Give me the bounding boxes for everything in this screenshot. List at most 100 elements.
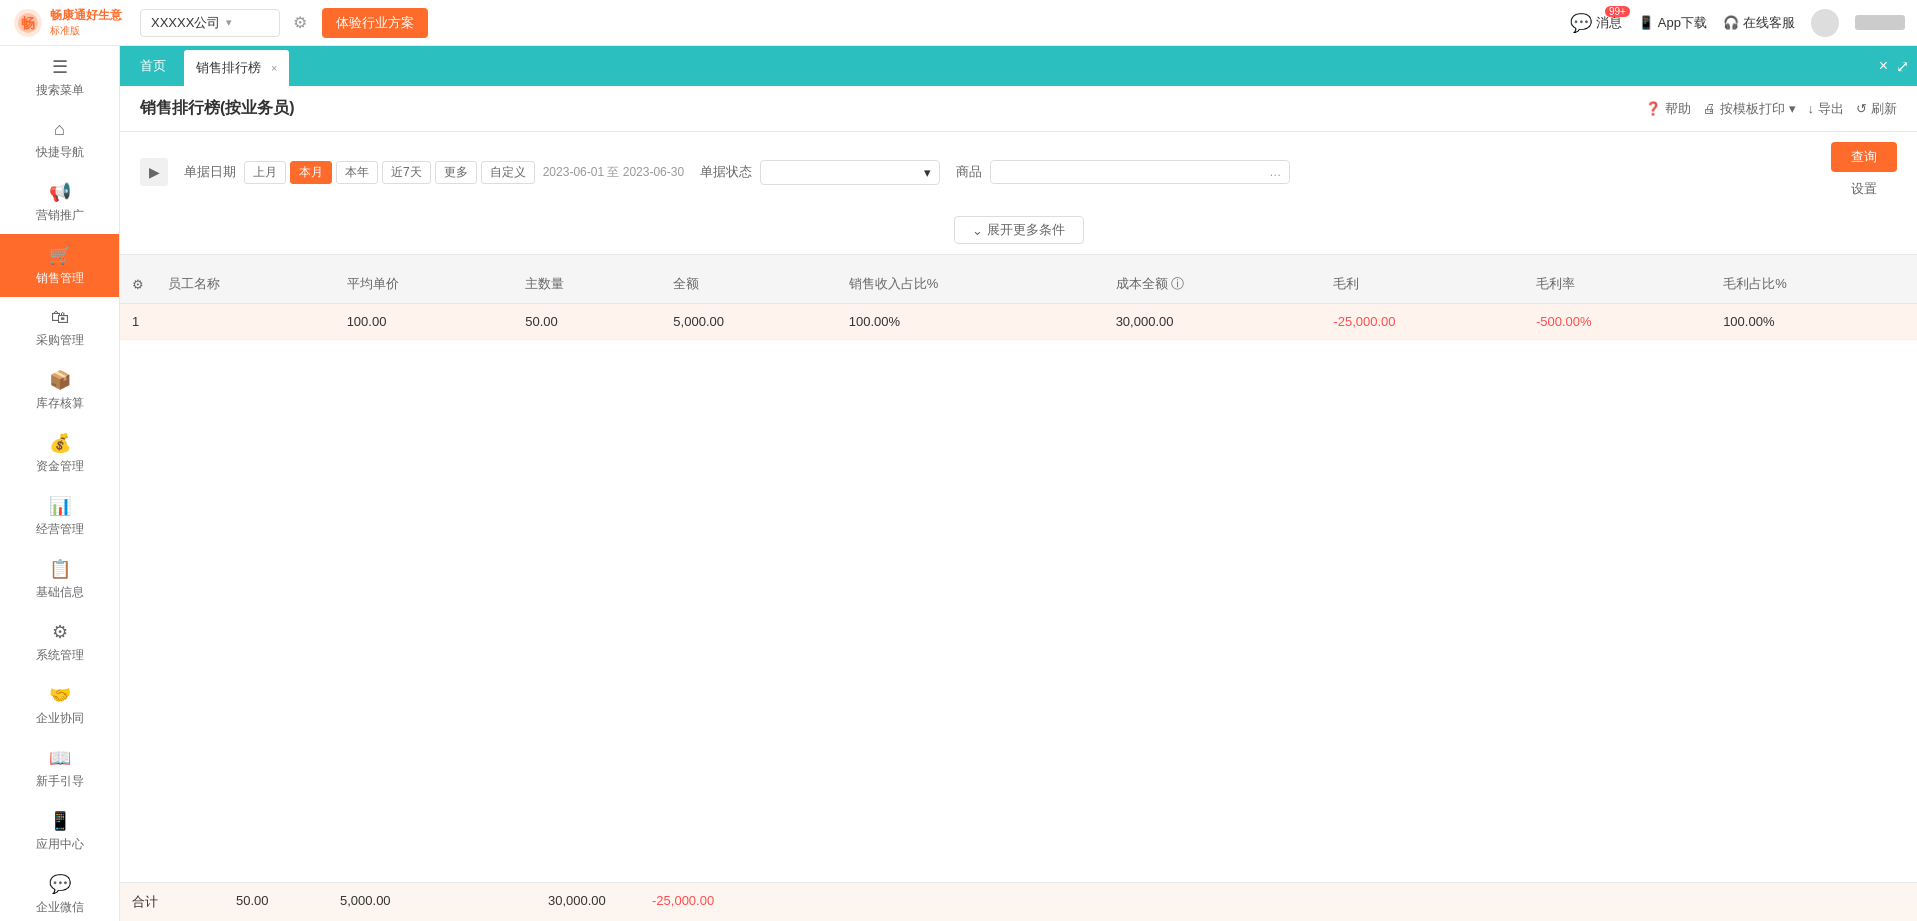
top-right-area: 💬 消息 99+ 📱 App下载 🎧 在线客服 <box>1570 9 1905 37</box>
sidebar-item-label-basics: 基础信息 <box>36 584 84 601</box>
logo-area: 畅 畅康通好生意 标准版 <box>12 7 132 39</box>
cell-quantity: 50.00 <box>513 304 661 340</box>
sidebar-item-wechat[interactable]: 💬 企业微信 <box>0 863 119 921</box>
col-gross-ratio: 毛利占比% <box>1711 265 1917 304</box>
purchase-icon: 🛍 <box>51 307 69 328</box>
col-cost-amount: 成本全额 ⓘ <box>1104 265 1322 304</box>
settings-link[interactable]: 设置 <box>1831 176 1897 202</box>
table-header-row: ⚙ 员工名称 平均单价 主数量 全额 销售收入占比% 成本全额 ⓘ 毛利 毛利率… <box>120 265 1917 304</box>
col-settings: ⚙ <box>120 265 156 304</box>
sidebar: ☰ 搜索菜单 ⌂ 快捷导航 📢 营销推广 🛒 销售管理 🛍 采购管理 📦 库 <box>0 46 120 921</box>
date-filter-group: 单据日期 上月 本月 本年 近7天 更多 自定义 2023-06-01 至 20… <box>184 161 684 184</box>
date-btn-custom[interactable]: 自定义 <box>481 161 535 184</box>
tab-home[interactable]: 首页 <box>124 46 182 86</box>
username <box>1855 15 1905 30</box>
online-service-btn[interactable]: 🎧 在线客服 <box>1723 14 1795 32</box>
tab-close-icon[interactable]: × <box>271 62 277 74</box>
footer-quantity: 50.00 <box>236 893 316 911</box>
status-select[interactable]: ▾ <box>760 160 940 185</box>
logo-icon: 畅 <box>12 7 44 39</box>
cell-sales-ratio: 100.00% <box>837 304 1104 340</box>
export-icon: ↓ <box>1808 101 1815 116</box>
sidebar-item-operations[interactable]: 📊 经营管理 <box>0 485 119 548</box>
goods-filter-group: 商品 … <box>956 160 1290 184</box>
cell-employee <box>156 304 335 340</box>
print-icon: 🖨 <box>1703 101 1716 116</box>
status-filter-label: 单据状态 <box>700 163 752 181</box>
table-row: 1 100.00 50.00 5,000.00 100.00% 30,000.0… <box>120 304 1917 340</box>
sidebar-item-quicknav[interactable]: ⌂ 快捷导航 <box>0 109 119 171</box>
sidebar-item-enterprise[interactable]: 🤝 企业协同 <box>0 674 119 737</box>
expand-chevron-icon: ⌄ <box>972 223 983 238</box>
print-button[interactable]: 🖨 按模板打印 ▾ <box>1703 100 1796 118</box>
main-area: ☰ 搜索菜单 ⌂ 快捷导航 📢 营销推广 🛒 销售管理 🛍 采购管理 📦 库 <box>0 46 1917 921</box>
trial-button[interactable]: 体验行业方案 <box>322 8 428 38</box>
sidebar-item-purchase[interactable]: 🛍 采购管理 <box>0 297 119 359</box>
sidebar-item-guide[interactable]: 📖 新手引导 <box>0 737 119 800</box>
sales-icon: 🛒 <box>49 244 71 266</box>
date-btn-7days[interactable]: 近7天 <box>382 161 431 184</box>
filter-bar: ▶ 单据日期 上月 本月 本年 近7天 更多 自定义 <box>120 132 1917 255</box>
export-button[interactable]: ↓ 导出 <box>1808 100 1845 118</box>
top-bar: 畅 畅康通好生意 标准版 XXXXX公司 ▾ ⚙ 体验行业方案 💬 消息 99+… <box>0 0 1917 46</box>
sidebar-item-finance[interactable]: 💰 资金管理 <box>0 422 119 485</box>
refresh-icon: ↺ <box>1856 101 1867 116</box>
date-btn-last-month[interactable]: 上月 <box>244 161 286 184</box>
sidebar-item-basics[interactable]: 📋 基础信息 <box>0 548 119 611</box>
goods-select[interactable]: … <box>990 160 1290 184</box>
sidebar-item-apps[interactable]: 📱 应用中心 <box>0 800 119 863</box>
sidebar-item-sales[interactable]: 🛒 销售管理 <box>0 234 119 297</box>
date-btn-more[interactable]: 更多 <box>435 161 477 184</box>
tab-sales-ranking[interactable]: 销售排行榜 × <box>184 50 289 86</box>
app-container: 畅 畅康通好生意 标准版 XXXXX公司 ▾ ⚙ 体验行业方案 💬 消息 99+… <box>0 0 1917 921</box>
date-btn-this-month[interactable]: 本月 <box>290 161 332 184</box>
system-icon: ⚙ <box>52 621 68 643</box>
tab-close-window-button[interactable]: × <box>1879 57 1888 75</box>
cell-amount: 5,000.00 <box>661 304 836 340</box>
home-icon: ⌂ <box>54 119 65 140</box>
message-area[interactable]: 💬 消息 99+ <box>1570 12 1622 34</box>
sidebar-item-inventory[interactable]: 📦 库存核算 <box>0 359 119 422</box>
basics-icon: 📋 <box>49 558 71 580</box>
refresh-button[interactable]: ↺ 刷新 <box>1856 100 1897 118</box>
sidebar-item-search[interactable]: ☰ 搜索菜单 <box>0 46 119 109</box>
page-content: 销售排行榜(按业务员) ❓ 帮助 🖨 按模板打印 ▾ <box>120 86 1917 921</box>
svg-text:畅: 畅 <box>21 15 35 31</box>
expand-more-button[interactable]: ⌄ 展开更多条件 <box>954 216 1084 244</box>
footer-gross-profit: -25,000.00 <box>652 893 732 911</box>
footer-cost-amount: 30,000.00 <box>548 893 628 911</box>
col-employee: 员工名称 <box>156 265 335 304</box>
page-title-row: 销售排行榜(按业务员) ❓ 帮助 🖨 按模板打印 ▾ <box>140 98 1897 119</box>
company-settings-button[interactable]: ⚙ <box>286 9 314 37</box>
date-btn-this-year[interactable]: 本年 <box>336 161 378 184</box>
sidebar-item-marketing[interactable]: 📢 营销推广 <box>0 171 119 234</box>
sidebar-item-label-search: 搜索菜单 <box>36 82 84 99</box>
app-download-btn[interactable]: 📱 App下载 <box>1638 14 1707 32</box>
date-range-display: 2023-06-01 至 2023-06-30 <box>543 164 684 181</box>
finance-icon: 💰 <box>49 432 71 454</box>
message-icon: 💬 <box>1570 12 1592 34</box>
company-selector[interactable]: XXXXX公司 ▾ <box>140 9 280 37</box>
sidebar-item-label-finance: 资金管理 <box>36 458 84 475</box>
print-dropdown-icon: ▾ <box>1789 101 1796 116</box>
tab-expand-button[interactable]: ⤢ <box>1896 57 1909 76</box>
goods-more-btn[interactable]: … <box>1269 165 1281 179</box>
sidebar-item-system[interactable]: ⚙ 系统管理 <box>0 611 119 674</box>
sidebar-item-label-purchase: 采购管理 <box>36 332 84 349</box>
tab-bar: 首页 销售排行榜 × × ⤢ <box>120 46 1917 86</box>
cell-rank: 1 <box>120 304 156 340</box>
user-avatar[interactable] <box>1811 9 1839 37</box>
query-settings-group: 查询 设置 <box>1831 142 1897 202</box>
footer-spacer1 <box>444 893 524 911</box>
company-name: XXXXX公司 <box>151 14 220 32</box>
company-dropdown-icon: ▾ <box>226 16 232 29</box>
filter-collapse-button[interactable]: ▶ <box>140 158 168 186</box>
query-button[interactable]: 查询 <box>1831 142 1897 172</box>
marketing-icon: 📢 <box>49 181 71 203</box>
filter-row: ▶ 单据日期 上月 本月 本年 近7天 更多 自定义 <box>140 142 1897 202</box>
sidebar-item-label-guide: 新手引导 <box>36 773 84 790</box>
page-title: 销售排行榜(按业务员) <box>140 98 295 119</box>
apps-icon: 📱 <box>49 810 71 832</box>
help-button[interactable]: ❓ 帮助 <box>1645 100 1691 118</box>
wechat-icon: 💬 <box>49 873 71 895</box>
